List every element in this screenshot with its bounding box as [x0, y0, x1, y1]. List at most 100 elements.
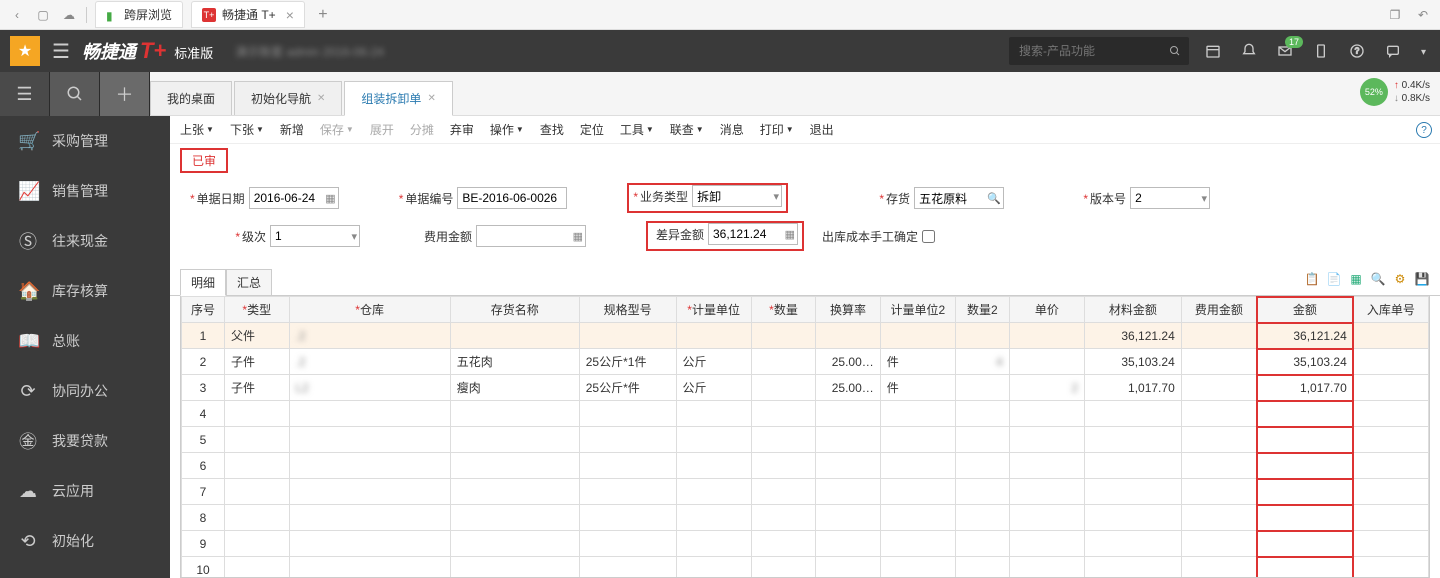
nav-add-icon[interactable]: ＋	[100, 72, 150, 116]
toolbar-弃审[interactable]: 弃审	[450, 121, 474, 138]
col-header[interactable]: 费用金额	[1181, 297, 1256, 323]
sidebar-item-loan[interactable]: ㊎我要贷款	[0, 416, 170, 466]
favorite-icon[interactable]: ★	[10, 36, 40, 66]
sidebar-item-init[interactable]: ⟲初始化	[0, 516, 170, 566]
toolbar-下张[interactable]: 下张▼	[230, 121, 264, 138]
sidebar-item-money[interactable]: Ⓢ往来现金	[0, 216, 170, 266]
calc-icon[interactable]: ▦	[573, 230, 583, 243]
col-header[interactable]: 单价	[1009, 297, 1084, 323]
avatar[interactable]: ▾	[1417, 42, 1430, 60]
config-icon[interactable]: ⚙	[1392, 271, 1408, 287]
dropdown-icon[interactable]: ▾	[351, 230, 357, 243]
feedback-icon[interactable]	[1381, 42, 1405, 60]
table-row-empty[interactable]: 6	[182, 453, 1429, 479]
docno-input[interactable]	[457, 187, 567, 209]
bell-icon[interactable]	[1237, 42, 1261, 60]
table-row[interactable]: 2 子件 .2 五花肉 25公斤*1件 公斤 25.00… 件 4 35,103…	[182, 349, 1429, 375]
toolbar-操作[interactable]: 操作▼	[490, 121, 524, 138]
doc-tab[interactable]: 初始化导航✕	[234, 81, 342, 115]
table-row-empty[interactable]: 10	[182, 557, 1429, 578]
search-icon[interactable]	[1165, 41, 1185, 61]
version-input[interactable]	[1130, 187, 1210, 209]
phone-icon[interactable]	[1309, 42, 1333, 60]
calc-icon[interactable]: ▦	[785, 228, 795, 241]
doc-tab[interactable]: 组装拆卸单✕	[344, 81, 452, 116]
col-header[interactable]: 入库单号	[1353, 297, 1428, 323]
collapse-sidebar-icon[interactable]: ☰	[0, 72, 50, 116]
col-header[interactable]: 存货名称	[450, 297, 579, 323]
tab-detail[interactable]: 明细	[180, 269, 226, 296]
manual-cost-checkbox[interactable]	[922, 230, 935, 243]
col-header[interactable]: 数量2	[956, 297, 1010, 323]
col-header[interactable]: 金额	[1257, 297, 1354, 323]
sidebar-item-label: 销售管理	[52, 181, 108, 201]
tab-summary[interactable]: 汇总	[226, 269, 272, 295]
toolbar-查找[interactable]: 查找	[540, 121, 564, 138]
table-row[interactable]: 1 父件 .2 36,121.24 36,121.24	[182, 323, 1429, 349]
sidebar-item-label: 初始化	[52, 531, 94, 551]
sidebar-item-label: 往来现金	[52, 231, 108, 251]
toolbar-退出[interactable]: 退出	[810, 121, 834, 138]
back-icon[interactable]: ‹	[8, 6, 26, 24]
new-tab-button[interactable]: +	[313, 5, 333, 25]
zoom-icon[interactable]: 🔍	[1370, 271, 1386, 287]
biztype-input[interactable]	[692, 185, 782, 207]
sidebar-item-ledger[interactable]: 📖总账	[0, 316, 170, 366]
table-row[interactable]: 3 子件 L2 瘦肉 25公斤*件 公斤 25.00… 件 2 1,017.70…	[182, 375, 1429, 401]
table-row-empty[interactable]: 9	[182, 531, 1429, 557]
fee-input[interactable]	[476, 225, 586, 247]
calendar-picker-icon[interactable]: ▦	[325, 192, 335, 205]
toolbar-定位[interactable]: 定位	[580, 121, 604, 138]
table-row-empty[interactable]: 5	[182, 427, 1429, 453]
toolbar-工具[interactable]: 工具▼	[620, 121, 654, 138]
table-row-empty[interactable]: 8	[182, 505, 1429, 531]
undo-icon[interactable]: ↶	[1414, 6, 1432, 24]
sidebar-item-cart[interactable]: 🛒采购管理	[0, 116, 170, 166]
mail-icon[interactable]: 17	[1273, 42, 1297, 60]
col-header[interactable]: 类型	[225, 297, 290, 323]
col-header[interactable]: 序号	[182, 297, 225, 323]
hamburger-icon[interactable]: ☰	[52, 39, 70, 64]
doc-tab[interactable]: 我的桌面	[150, 81, 232, 115]
browser-chrome: ‹ ▢ ☁ ▮ 跨屏浏览 T+ 畅捷通 T+ × + ❐ ↶	[0, 0, 1440, 30]
col-header[interactable]: 规格型号	[579, 297, 676, 323]
browser-tab-2[interactable]: T+ 畅捷通 T+ ×	[191, 1, 305, 28]
toolbar-新增[interactable]: 新增	[280, 121, 304, 138]
close-icon[interactable]: ×	[286, 7, 294, 23]
dropdown-icon[interactable]: ▾	[1202, 192, 1208, 205]
close-icon[interactable]: ✕	[317, 93, 325, 104]
browser-tab-1[interactable]: ▮ 跨屏浏览	[95, 1, 183, 28]
toolbar-上张[interactable]: 上张▼	[180, 121, 214, 138]
form-help-icon[interactable]: ?	[1416, 122, 1432, 138]
copy-icon[interactable]: 📋	[1304, 271, 1320, 287]
nav-search-icon[interactable]	[50, 72, 100, 116]
col-header[interactable]: 仓库	[289, 297, 450, 323]
toolbar-联查[interactable]: 联查▼	[670, 121, 704, 138]
col-header[interactable]: 换算率	[816, 297, 881, 323]
lookup-icon[interactable]: 🔍	[987, 192, 1001, 205]
col-header[interactable]: 计量单位	[676, 297, 751, 323]
table-row-empty[interactable]: 4	[182, 401, 1429, 427]
col-header[interactable]: 数量	[751, 297, 816, 323]
table-row-empty[interactable]: 7	[182, 479, 1429, 505]
sidebar-item-sync[interactable]: ⟳协同办公	[0, 366, 170, 416]
dropdown-icon[interactable]: ▾	[774, 190, 780, 203]
sidebar-item-chart[interactable]: 📈销售管理	[0, 166, 170, 216]
toolbar-保存: 保存▼	[320, 121, 354, 138]
sidebar-item-house[interactable]: 🏠库存核算	[0, 266, 170, 316]
col-header[interactable]: 材料金额	[1085, 297, 1182, 323]
cloud-icon[interactable]: ☁	[60, 6, 78, 24]
help-icon[interactable]: ?	[1345, 42, 1369, 60]
paste-icon[interactable]: 📄	[1326, 271, 1342, 287]
calendar-icon[interactable]	[1201, 42, 1225, 60]
save-layout-icon[interactable]: 💾	[1414, 271, 1430, 287]
level-input[interactable]	[270, 225, 360, 247]
restore-icon[interactable]: ❐	[1386, 6, 1404, 24]
toolbar-打印[interactable]: 打印▼	[760, 121, 794, 138]
col-header[interactable]: 计量单位2	[880, 297, 955, 323]
excel-icon[interactable]: ▦	[1348, 271, 1364, 287]
sidebar-item-cloud[interactable]: ☁云应用	[0, 466, 170, 516]
toolbar-消息[interactable]: 消息	[720, 121, 744, 138]
search-input[interactable]	[1009, 37, 1189, 65]
close-icon[interactable]: ✕	[427, 93, 435, 104]
